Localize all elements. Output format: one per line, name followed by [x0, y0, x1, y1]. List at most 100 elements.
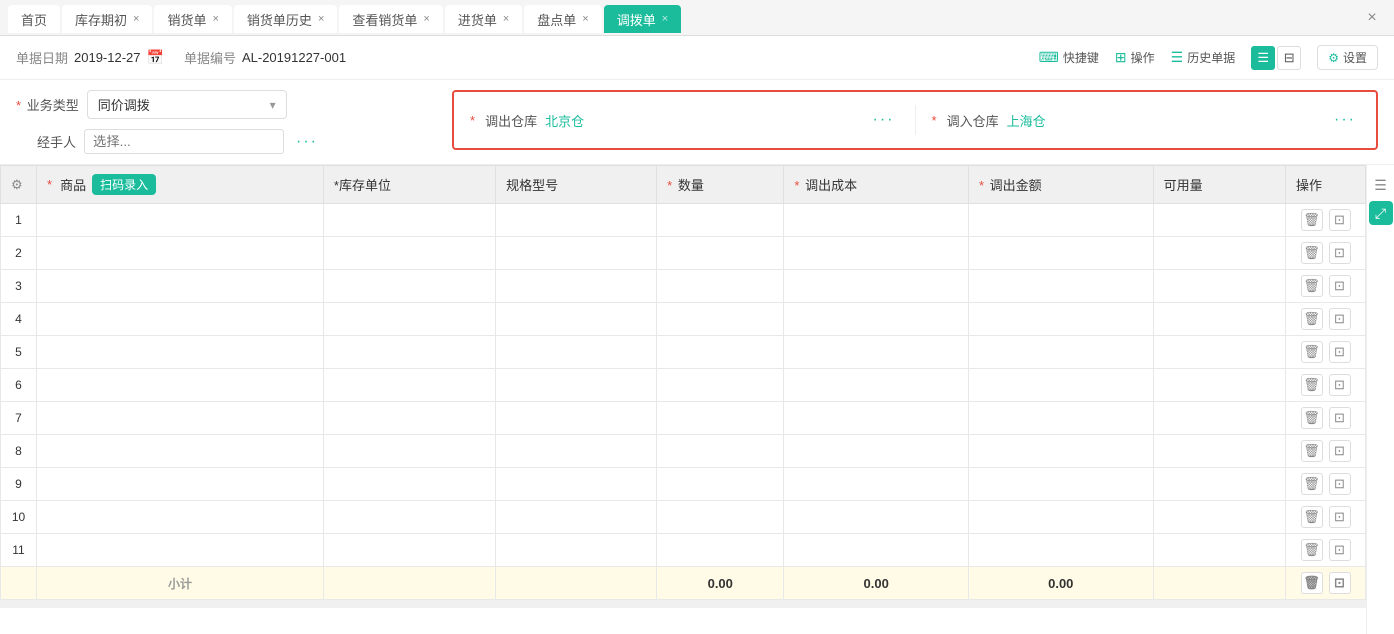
delete-button[interactable]: 🗑: [1301, 539, 1323, 561]
copy-button[interactable]: ⊡: [1329, 242, 1351, 264]
delete-button[interactable]: 🗑: [1301, 275, 1323, 297]
operations-button[interactable]: ⊞ 操作: [1115, 49, 1155, 66]
cost-cell[interactable]: [784, 402, 969, 435]
cost-cell[interactable]: [784, 303, 969, 336]
amount-cell[interactable]: [968, 336, 1153, 369]
available-cell[interactable]: [1153, 468, 1285, 501]
delete-button[interactable]: 🗑: [1301, 308, 1323, 330]
delete-button[interactable]: 🗑: [1301, 572, 1323, 594]
available-cell[interactable]: [1153, 204, 1285, 237]
spec-cell[interactable]: [496, 336, 657, 369]
close-icon[interactable]: ×: [662, 13, 668, 25]
delete-button[interactable]: 🗑: [1301, 209, 1323, 231]
tab-home[interactable]: 首页: [8, 5, 60, 33]
tab-inventory-init[interactable]: 库存期初 ×: [62, 5, 152, 33]
qty-cell[interactable]: [657, 534, 784, 567]
copy-button[interactable]: ⊡: [1329, 572, 1351, 594]
shortcuts-button[interactable]: ⌨ 快捷键: [1039, 49, 1099, 66]
view-list-button[interactable]: ☰: [1251, 46, 1275, 70]
product-cell[interactable]: [37, 435, 324, 468]
tab-transfer-order[interactable]: 调拨单 ×: [604, 5, 681, 33]
spec-cell[interactable]: [496, 468, 657, 501]
qty-cell[interactable]: [657, 501, 784, 534]
copy-button[interactable]: ⊡: [1329, 473, 1351, 495]
qty-cell[interactable]: [657, 237, 784, 270]
tab-sales-order[interactable]: 销货单 ×: [154, 5, 231, 33]
cost-cell[interactable]: [784, 237, 969, 270]
unit-cell[interactable]: [323, 204, 495, 237]
unit-cell[interactable]: [323, 369, 495, 402]
delete-button[interactable]: 🗑: [1301, 242, 1323, 264]
product-cell[interactable]: [37, 303, 324, 336]
cost-cell[interactable]: [784, 369, 969, 402]
amount-cell[interactable]: [968, 468, 1153, 501]
close-icon[interactable]: ×: [582, 13, 588, 25]
view-grid-button[interactable]: ⊟: [1277, 46, 1301, 70]
close-icon[interactable]: ×: [503, 13, 509, 25]
available-cell[interactable]: [1153, 237, 1285, 270]
cost-cell[interactable]: [784, 435, 969, 468]
amount-cell[interactable]: [968, 237, 1153, 270]
product-cell[interactable]: [37, 534, 324, 567]
product-cell[interactable]: [37, 468, 324, 501]
available-cell[interactable]: [1153, 336, 1285, 369]
amount-cell[interactable]: [968, 303, 1153, 336]
scan-input-button[interactable]: 扫码录入: [92, 174, 156, 195]
product-cell[interactable]: [37, 501, 324, 534]
sidebar-list-icon[interactable]: ☰: [1369, 173, 1393, 197]
delete-button[interactable]: 🗑: [1301, 440, 1323, 462]
copy-button[interactable]: ⊡: [1329, 341, 1351, 363]
handler-ellipsis-button[interactable]: ···: [292, 133, 322, 151]
amount-cell[interactable]: [968, 435, 1153, 468]
amount-cell[interactable]: [968, 369, 1153, 402]
close-window-button[interactable]: ×: [1358, 4, 1386, 32]
product-cell[interactable]: [37, 336, 324, 369]
spec-cell[interactable]: [496, 303, 657, 336]
unit-cell[interactable]: [323, 336, 495, 369]
cost-cell[interactable]: [784, 468, 969, 501]
unit-cell[interactable]: [323, 501, 495, 534]
copy-button[interactable]: ⊡: [1329, 506, 1351, 528]
spec-cell[interactable]: [496, 369, 657, 402]
cost-cell[interactable]: [784, 336, 969, 369]
available-cell[interactable]: [1153, 501, 1285, 534]
spec-cell[interactable]: [496, 270, 657, 303]
unit-cell[interactable]: [323, 237, 495, 270]
tab-view-sales[interactable]: 查看销货单 ×: [339, 5, 442, 33]
product-cell[interactable]: [37, 237, 324, 270]
tab-purchase-order[interactable]: 进货单 ×: [445, 5, 522, 33]
available-cell[interactable]: [1153, 270, 1285, 303]
available-cell[interactable]: [1153, 534, 1285, 567]
delete-button[interactable]: 🗑: [1301, 473, 1323, 495]
cost-cell[interactable]: [784, 534, 969, 567]
unit-cell[interactable]: [323, 270, 495, 303]
qty-cell[interactable]: [657, 435, 784, 468]
horizontal-scrollbar[interactable]: [0, 600, 1366, 608]
calendar-icon[interactable]: 📅: [147, 49, 164, 66]
delete-button[interactable]: 🗑: [1301, 506, 1323, 528]
close-icon[interactable]: ×: [318, 13, 324, 25]
delete-button[interactable]: 🗑: [1301, 341, 1323, 363]
tab-inventory-check[interactable]: 盘点单 ×: [524, 5, 601, 33]
available-cell[interactable]: [1153, 369, 1285, 402]
available-cell[interactable]: [1153, 402, 1285, 435]
copy-button[interactable]: ⊡: [1329, 275, 1351, 297]
copy-button[interactable]: ⊡: [1329, 374, 1351, 396]
amount-cell[interactable]: [968, 534, 1153, 567]
close-icon[interactable]: ×: [212, 13, 218, 25]
product-cell[interactable]: [37, 369, 324, 402]
amount-cell[interactable]: [968, 501, 1153, 534]
delete-button[interactable]: 🗑: [1301, 374, 1323, 396]
unit-cell[interactable]: [323, 303, 495, 336]
business-type-select[interactable]: 同价调拨 ▾: [87, 90, 287, 119]
unit-cell[interactable]: [323, 435, 495, 468]
available-cell[interactable]: [1153, 435, 1285, 468]
unit-cell[interactable]: [323, 534, 495, 567]
delete-button[interactable]: 🗑: [1301, 407, 1323, 429]
settings-button[interactable]: ⚙ 设置: [1317, 45, 1378, 70]
available-cell[interactable]: [1153, 303, 1285, 336]
qty-cell[interactable]: [657, 369, 784, 402]
qty-cell[interactable]: [657, 468, 784, 501]
copy-button[interactable]: ⊡: [1329, 440, 1351, 462]
tab-sales-history[interactable]: 销货单历史 ×: [234, 5, 337, 33]
